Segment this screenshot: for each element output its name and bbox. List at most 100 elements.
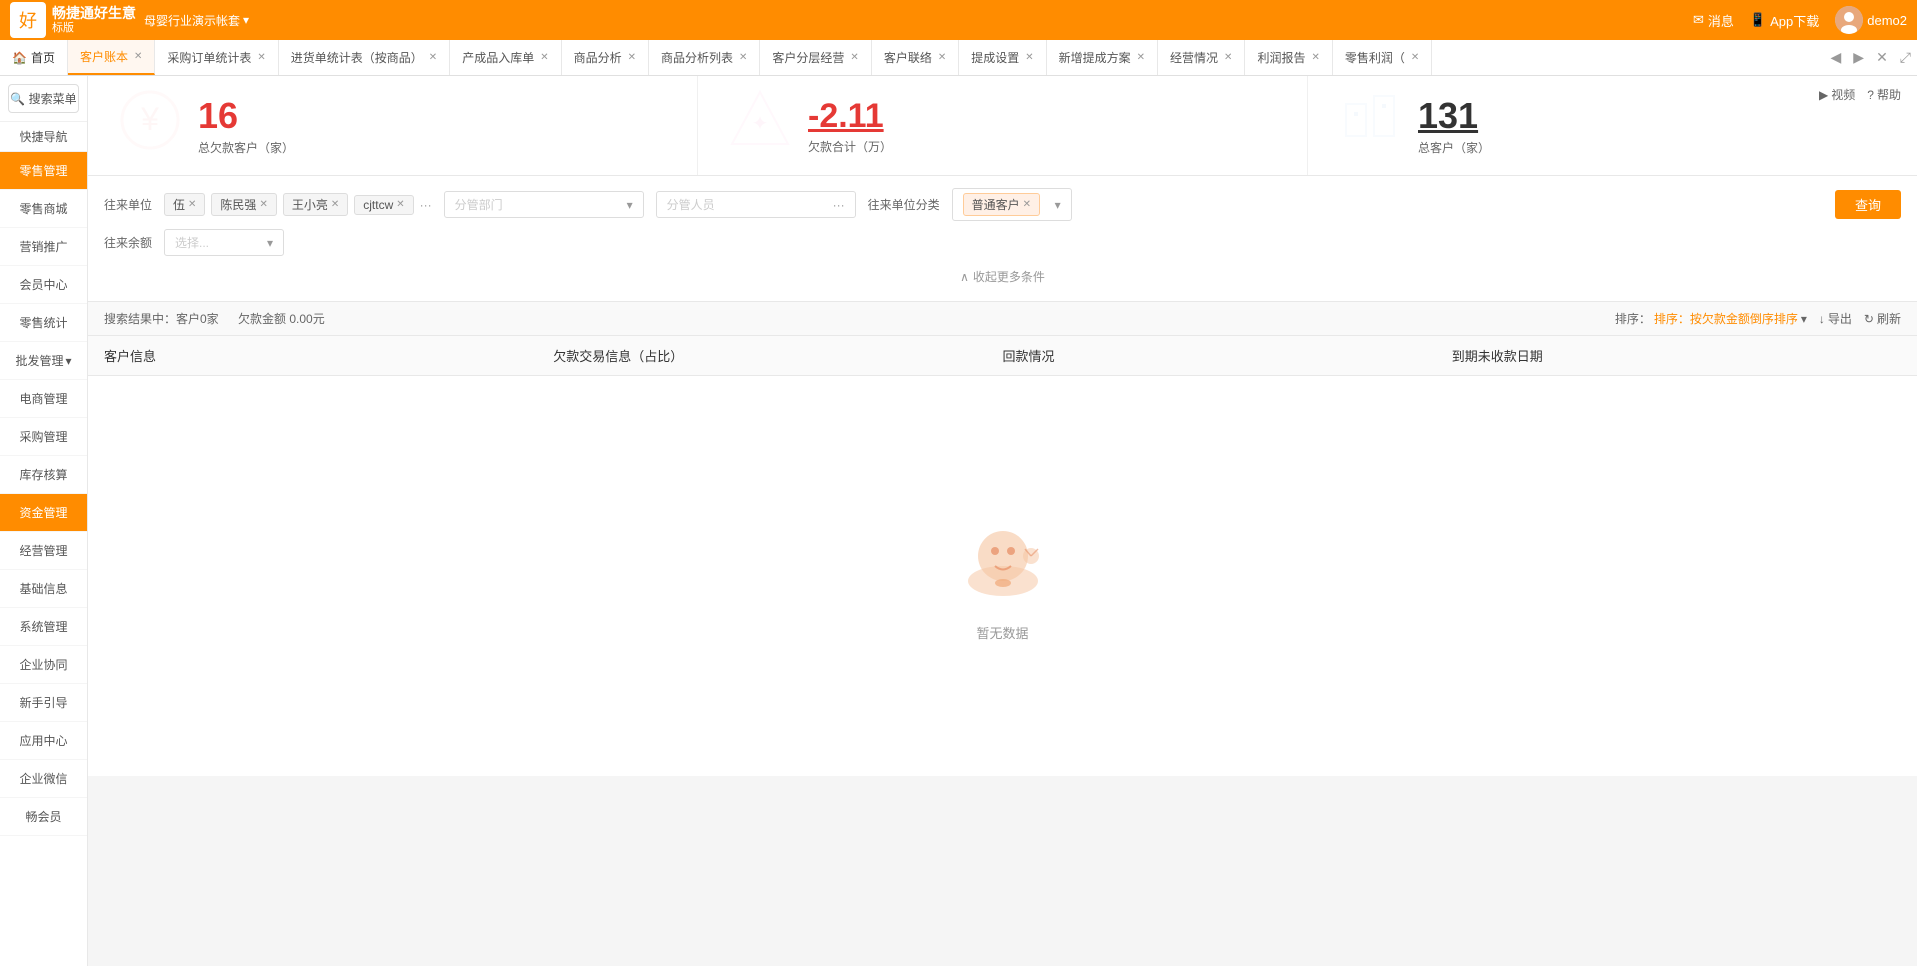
tab-segment-close-icon[interactable]: ✕ (850, 52, 858, 63)
unit-more-btn[interactable]: ··· (420, 198, 432, 212)
video-help-btn[interactable]: ▶ 视频 (1819, 86, 1855, 103)
sidebar-item-ecommerce[interactable]: 电商管理 (0, 380, 87, 418)
top-bar-left: 好 畅捷通好生意 标版 母婴行业演示帐套 ▾ (10, 2, 249, 38)
tag-3-close-icon[interactable]: ✕ (396, 199, 404, 210)
nav-next-btn[interactable]: ▶ (1847, 49, 1870, 66)
tag-1-close-icon[interactable]: ✕ (259, 199, 267, 210)
tab-add-plan-close-icon[interactable]: ✕ (1137, 52, 1145, 63)
tab-customer-segment[interactable]: 客户分层经营 ✕ (760, 40, 871, 75)
sidebar-item-quick-nav[interactable]: 快捷导航 (0, 122, 87, 152)
search-menu-btn[interactable]: 🔍 搜索菜单 (8, 84, 79, 113)
filter-unit-tags: 伍 ✕ 陈民强 ✕ 王小亮 ✕ cjttcw ✕ ··· (164, 193, 432, 216)
tab-add-plan[interactable]: 新增提成方案 ✕ (1047, 40, 1158, 75)
sidebar-item-operation[interactable]: 经营管理 (0, 532, 87, 570)
sidebar-item-enterprise-wechat[interactable]: 企业微信 (0, 760, 87, 798)
sidebar-item-retail-mall[interactable]: 零售商城 (0, 190, 87, 228)
sidebar-item-retail[interactable]: 零售管理 (0, 152, 87, 190)
nav-close-all-btn[interactable]: ✕ (1870, 49, 1894, 66)
account-dropdown[interactable]: 母婴行业演示帐套 ▾ (144, 12, 249, 29)
filter-section: 往来单位 伍 ✕ 陈民强 ✕ 王小亮 ✕ cjttcw (88, 176, 1917, 302)
sidebar-item-capital[interactable]: 资金管理 (0, 494, 87, 532)
tag-0-close-icon[interactable]: ✕ (188, 199, 196, 210)
message-icon: ✉ (1693, 12, 1704, 28)
sidebar-item-new-guide[interactable]: 新手引导 (0, 684, 87, 722)
tab-business-close-icon[interactable]: ✕ (1224, 52, 1232, 63)
debt-customers-icon: ¥ (118, 88, 182, 164)
tab-cost-close-icon[interactable]: ✕ (540, 52, 548, 63)
sidebar-item-retail-stats[interactable]: 零售统计 (0, 304, 87, 342)
tab-promotion-close-icon[interactable]: ✕ (1025, 52, 1033, 63)
filter-tag-2: 王小亮 ✕ (283, 193, 348, 216)
sidebar-item-app-center[interactable]: 应用中心 (0, 722, 87, 760)
sidebar-item-system[interactable]: 系统管理 (0, 608, 87, 646)
svg-text:✦: ✦ (752, 113, 769, 135)
tab-customer-contact[interactable]: 客户联络 ✕ (872, 40, 959, 75)
total-customers-number: 131 (1418, 95, 1490, 137)
tab-retail-profit[interactable]: 零售利润（ ✕ (1333, 40, 1432, 75)
sidebar-item-member[interactable]: 会员中心 (0, 266, 87, 304)
query-btn[interactable]: 查询 (1835, 190, 1901, 219)
tab-contact-close-icon[interactable]: ✕ (938, 52, 946, 63)
balance-input[interactable]: 选择... ▾ (164, 229, 284, 256)
filter-row-1: 往来单位 伍 ✕ 陈民强 ✕ 王小亮 ✕ cjttcw (104, 188, 1901, 221)
stats-bar: ¥ 16 总欠款客户（家） ✦ -2.11 欠款合计（万） (88, 76, 1917, 176)
tab-instock-close-icon[interactable]: ✕ (429, 52, 437, 63)
unit-class-tag-close-icon[interactable]: ✕ (1023, 199, 1031, 210)
tab-business-status[interactable]: 经营情况 ✕ (1158, 40, 1245, 75)
filter-row-2: 往来余额 选择... ▾ (104, 229, 1901, 256)
tab-instock-summary[interactable]: 进货单统计表（按商品） ✕ (279, 40, 450, 75)
tab-retail-profit-close-icon[interactable]: ✕ (1411, 52, 1419, 63)
export-btn[interactable]: ↓ 导出 (1819, 310, 1852, 327)
tab-cost-instock-label: 产成品入库单 (462, 49, 534, 66)
debt-amount-label: 欠款合计（万） (808, 138, 892, 155)
debt-amount-icon: ✦ (728, 88, 792, 164)
top-bar: 好 畅捷通好生意 标版 母婴行业演示帐套 ▾ ✉ 消息 📱 App下载 demo… (0, 0, 1917, 40)
sidebar-item-marketing[interactable]: 营销推广 (0, 228, 87, 266)
tab-profit-report[interactable]: 利润报告 ✕ (1245, 40, 1332, 75)
dept-select[interactable]: 分管部门 ▾ (444, 191, 644, 218)
tab-goods-list-label: 商品分析列表 (661, 49, 733, 66)
tab-accounts[interactable]: 客户账本 ✕ (68, 40, 155, 75)
user-profile[interactable]: demo2 (1835, 6, 1907, 34)
table-body: 暂无数据 (88, 376, 1917, 776)
sidebar-item-vip-member[interactable]: 畅会员 (0, 798, 87, 836)
sidebar-item-inventory[interactable]: 库存核算 (0, 456, 87, 494)
app-download-btn[interactable]: 📱 App下载 (1750, 11, 1819, 30)
tab-customer-segment-label: 客户分层经营 (772, 49, 844, 66)
tab-profit-close-icon[interactable]: ✕ (1311, 52, 1319, 63)
sidebar-item-enterprise[interactable]: 企业协同 (0, 646, 87, 684)
video-label: 视频 (1831, 86, 1855, 103)
sidebar: 🔍 搜索菜单 快捷导航 零售管理 零售商城 营销推广 会员中心 零售统计 批发管… (0, 76, 88, 966)
help-btn[interactable]: ? 帮助 (1867, 86, 1901, 103)
tab-goods-analysis-close-icon[interactable]: ✕ (628, 52, 636, 63)
collapse-more-btn[interactable]: ∧ 收起更多条件 (104, 264, 1901, 289)
tab-goods-analysis[interactable]: 商品分析 ✕ (562, 40, 649, 75)
logo-line2: 标版 (52, 22, 136, 35)
sidebar-item-wholesale[interactable]: 批发管理 ▾ (0, 342, 87, 380)
unit-class-select[interactable]: 普通客户 ✕ ▾ (952, 188, 1072, 221)
tab-goods-analysis-list[interactable]: 商品分析列表 ✕ (649, 40, 760, 75)
help-label: 帮助 (1877, 86, 1901, 103)
tab-cost-instock[interactable]: 产成品入库单 ✕ (450, 40, 561, 75)
nav-expand-btn[interactable]: ⤢ (1894, 49, 1917, 66)
sidebar-item-basic-info[interactable]: 基础信息 (0, 570, 87, 608)
debt-customers-label: 总欠款客户（家） (198, 139, 294, 156)
col-customer-info: 客户信息 (104, 346, 553, 365)
balance-label: 往来余额 (104, 234, 152, 251)
logo-line1: 畅捷通好生意 (52, 5, 136, 22)
nav-prev-btn[interactable]: ◀ (1825, 49, 1848, 66)
tab-purchase-summary[interactable]: 采购订单统计表 ✕ (155, 40, 278, 75)
sidebar-item-purchase[interactable]: 采购管理 (0, 418, 87, 456)
tab-accounts-close-icon[interactable]: ✕ (134, 51, 142, 62)
stat-total-customers-values: 131 总客户（家） (1418, 95, 1490, 156)
message-btn[interactable]: ✉ 消息 (1693, 11, 1734, 30)
tab-home[interactable]: 🏠 首页 (0, 40, 68, 75)
tab-purchase-close-icon[interactable]: ✕ (257, 52, 265, 63)
person-select[interactable]: 分管人员 ··· (656, 191, 856, 218)
stat-debt-amount: ✦ -2.11 欠款合计（万） (698, 76, 1308, 175)
tab-promotion-settings[interactable]: 提成设置 ✕ (959, 40, 1046, 75)
tag-2-close-icon[interactable]: ✕ (331, 199, 339, 210)
tab-goods-list-close-icon[interactable]: ✕ (739, 52, 747, 63)
chevron-down-icon: ▾ (65, 354, 71, 368)
refresh-btn[interactable]: ↻ 刷新 (1864, 310, 1901, 327)
